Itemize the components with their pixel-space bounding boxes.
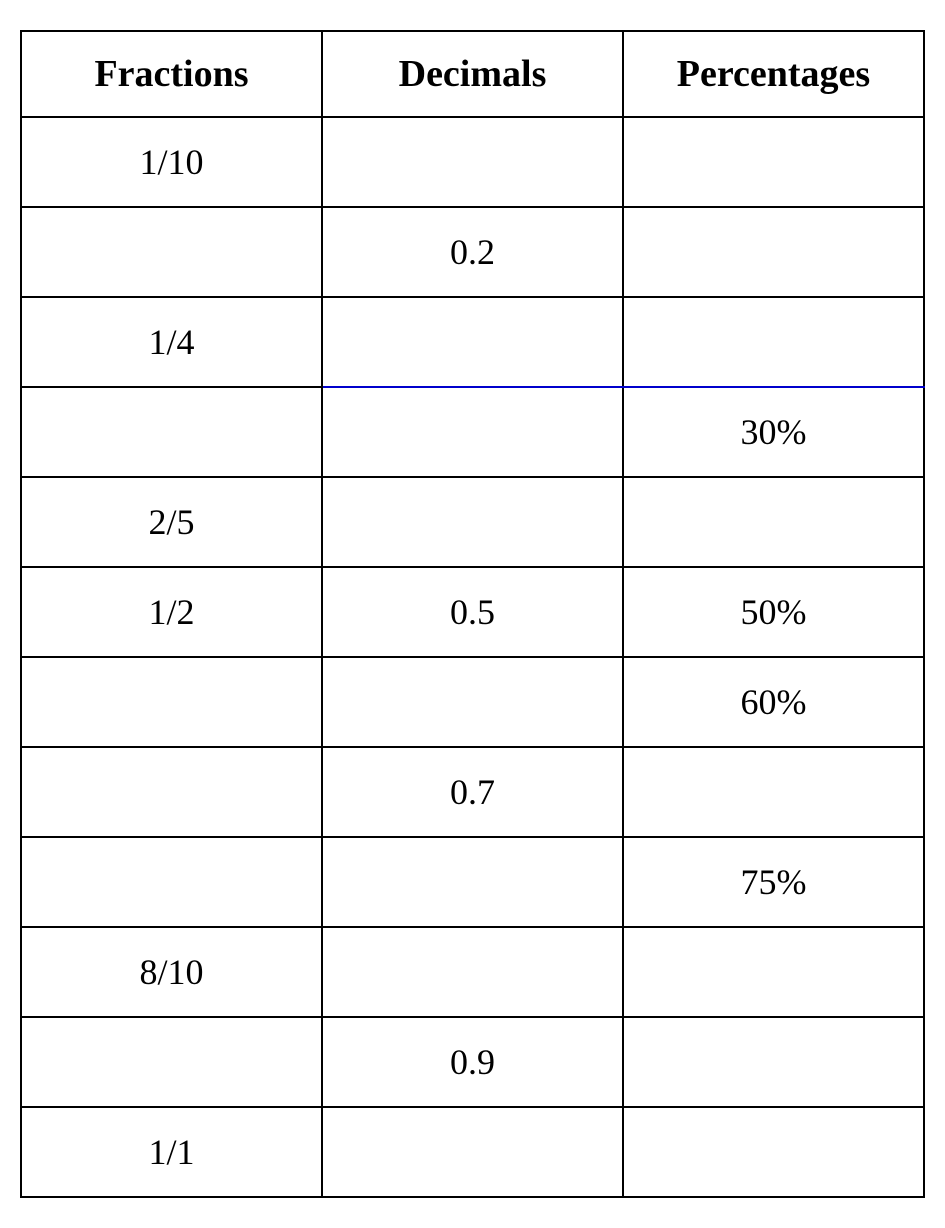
cell-decimal-1: 0.2	[322, 207, 623, 297]
cell-fraction-2: 1/4	[21, 297, 322, 387]
table-row: 1/1	[21, 1107, 924, 1197]
cell-fraction-6	[21, 657, 322, 747]
table-row: 2/5	[21, 477, 924, 567]
cell-decimal-9	[322, 927, 623, 1017]
header-decimals: Decimals	[322, 31, 623, 117]
cell-percentage-1	[623, 207, 924, 297]
main-container: Fractions Decimals Percentages 1/10 0.2 …	[20, 30, 925, 1198]
cell-percentage-8: 75%	[623, 837, 924, 927]
cell-decimal-3	[322, 387, 623, 477]
cell-percentage-10	[623, 1017, 924, 1107]
cell-decimal-4	[322, 477, 623, 567]
table-row: 1/2 0.5 50%	[21, 567, 924, 657]
table-row: 30%	[21, 387, 924, 477]
cell-percentage-11	[623, 1107, 924, 1197]
cell-fraction-10	[21, 1017, 322, 1107]
cell-decimal-0	[322, 117, 623, 207]
header-percentages: Percentages	[623, 31, 924, 117]
table-row: 75%	[21, 837, 924, 927]
table-row: 8/10	[21, 927, 924, 1017]
cell-percentage-0	[623, 117, 924, 207]
cell-decimal-11	[322, 1107, 623, 1197]
cell-fraction-11: 1/1	[21, 1107, 322, 1197]
table-row: 0.9	[21, 1017, 924, 1107]
cell-percentage-2	[623, 297, 924, 387]
fractions-table: Fractions Decimals Percentages 1/10 0.2 …	[20, 30, 925, 1198]
table-row: 0.2	[21, 207, 924, 297]
cell-fraction-4: 2/5	[21, 477, 322, 567]
table-row: 0.7	[21, 747, 924, 837]
cell-fraction-9: 8/10	[21, 927, 322, 1017]
cell-percentage-3: 30%	[623, 387, 924, 477]
cell-fraction-1	[21, 207, 322, 297]
table-row: 1/10	[21, 117, 924, 207]
cell-fraction-0: 1/10	[21, 117, 322, 207]
header-row: Fractions Decimals Percentages	[21, 31, 924, 117]
table-row: 60%	[21, 657, 924, 747]
cell-decimal-8	[322, 837, 623, 927]
cell-fraction-3	[21, 387, 322, 477]
cell-percentage-7	[623, 747, 924, 837]
cell-decimal-10: 0.9	[322, 1017, 623, 1107]
cell-fraction-8	[21, 837, 322, 927]
cell-decimal-7: 0.7	[322, 747, 623, 837]
cell-percentage-9	[623, 927, 924, 1017]
header-fractions: Fractions	[21, 31, 322, 117]
cell-decimal-6	[322, 657, 623, 747]
cell-decimal-2	[322, 297, 623, 387]
cell-fraction-7	[21, 747, 322, 837]
cell-decimal-5: 0.5	[322, 567, 623, 657]
cell-percentage-5: 50%	[623, 567, 924, 657]
cell-percentage-4	[623, 477, 924, 567]
cell-percentage-6: 60%	[623, 657, 924, 747]
table-row: 1/4	[21, 297, 924, 387]
cell-fraction-5: 1/2	[21, 567, 322, 657]
